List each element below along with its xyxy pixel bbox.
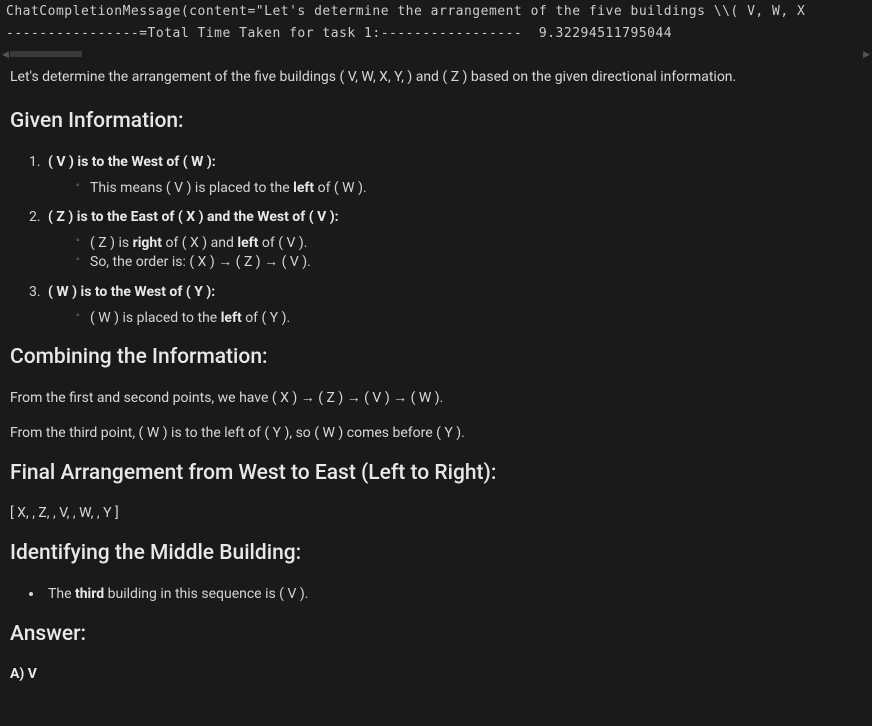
clue-2-title: ( Z ) is to the East of ( X ) and the We…: [48, 207, 862, 228]
given-info-heading: Given Information:: [10, 106, 862, 138]
clue-1-sub-1: This means ( V ) is placed to the left o…: [76, 179, 862, 198]
final-arrangement-heading: Final Arrangement from West to East (Lef…: [10, 458, 862, 490]
answer-text: A) V: [10, 664, 862, 685]
scrollbar-thumb[interactable]: [10, 51, 82, 57]
answer-heading: Answer:: [10, 619, 862, 651]
raw-output-line2: ----------------=Total Time Taken for ta…: [0, 22, 872, 44]
clue-item-1: ( V ) is to the West of ( W ): This mean…: [44, 152, 862, 198]
horizontal-scrollbar[interactable]: ◀ ▶: [0, 49, 872, 59]
intro-paragraph: Let's determine the arrangement of the f…: [10, 67, 862, 88]
rendered-content: Let's determine the arrangement of the f…: [0, 63, 872, 709]
scroll-left-arrow-icon[interactable]: ◀: [2, 49, 9, 63]
clue-2-sub-1: ( Z ) is right of ( X ) and left of ( V …: [76, 234, 862, 253]
clue-list: ( V ) is to the West of ( W ): This mean…: [10, 152, 862, 329]
clue-2-sub-2: So, the order is: ( X ) → ( Z ) → ( V ).: [76, 253, 862, 272]
combining-p1: From the first and second points, we hav…: [10, 388, 862, 409]
clue-3-title: ( W ) is to the West of ( Y ):: [48, 282, 862, 303]
clue-3-sub-1: ( W ) is placed to the left of ( Y ).: [76, 309, 862, 328]
scroll-right-arrow-icon[interactable]: ▶: [863, 49, 870, 63]
final-arrangement-text: [ X, , Z, , V, , W, , Y ]: [10, 503, 862, 524]
raw-output-line1: ChatCompletionMessage(content="Let's det…: [0, 0, 872, 22]
combining-p2: From the third point, ( W ) is to the le…: [10, 423, 862, 444]
combining-heading: Combining the Information:: [10, 342, 862, 374]
clue-item-3: ( W ) is to the West of ( Y ): ( W ) is …: [44, 282, 862, 328]
middle-building-heading: Identifying the Middle Building:: [10, 538, 862, 570]
middle-building-item: The third building in this sequence is (…: [44, 584, 862, 605]
clue-item-2: ( Z ) is to the East of ( X ) and the We…: [44, 207, 862, 272]
clue-1-title: ( V ) is to the West of ( W ):: [48, 152, 862, 173]
